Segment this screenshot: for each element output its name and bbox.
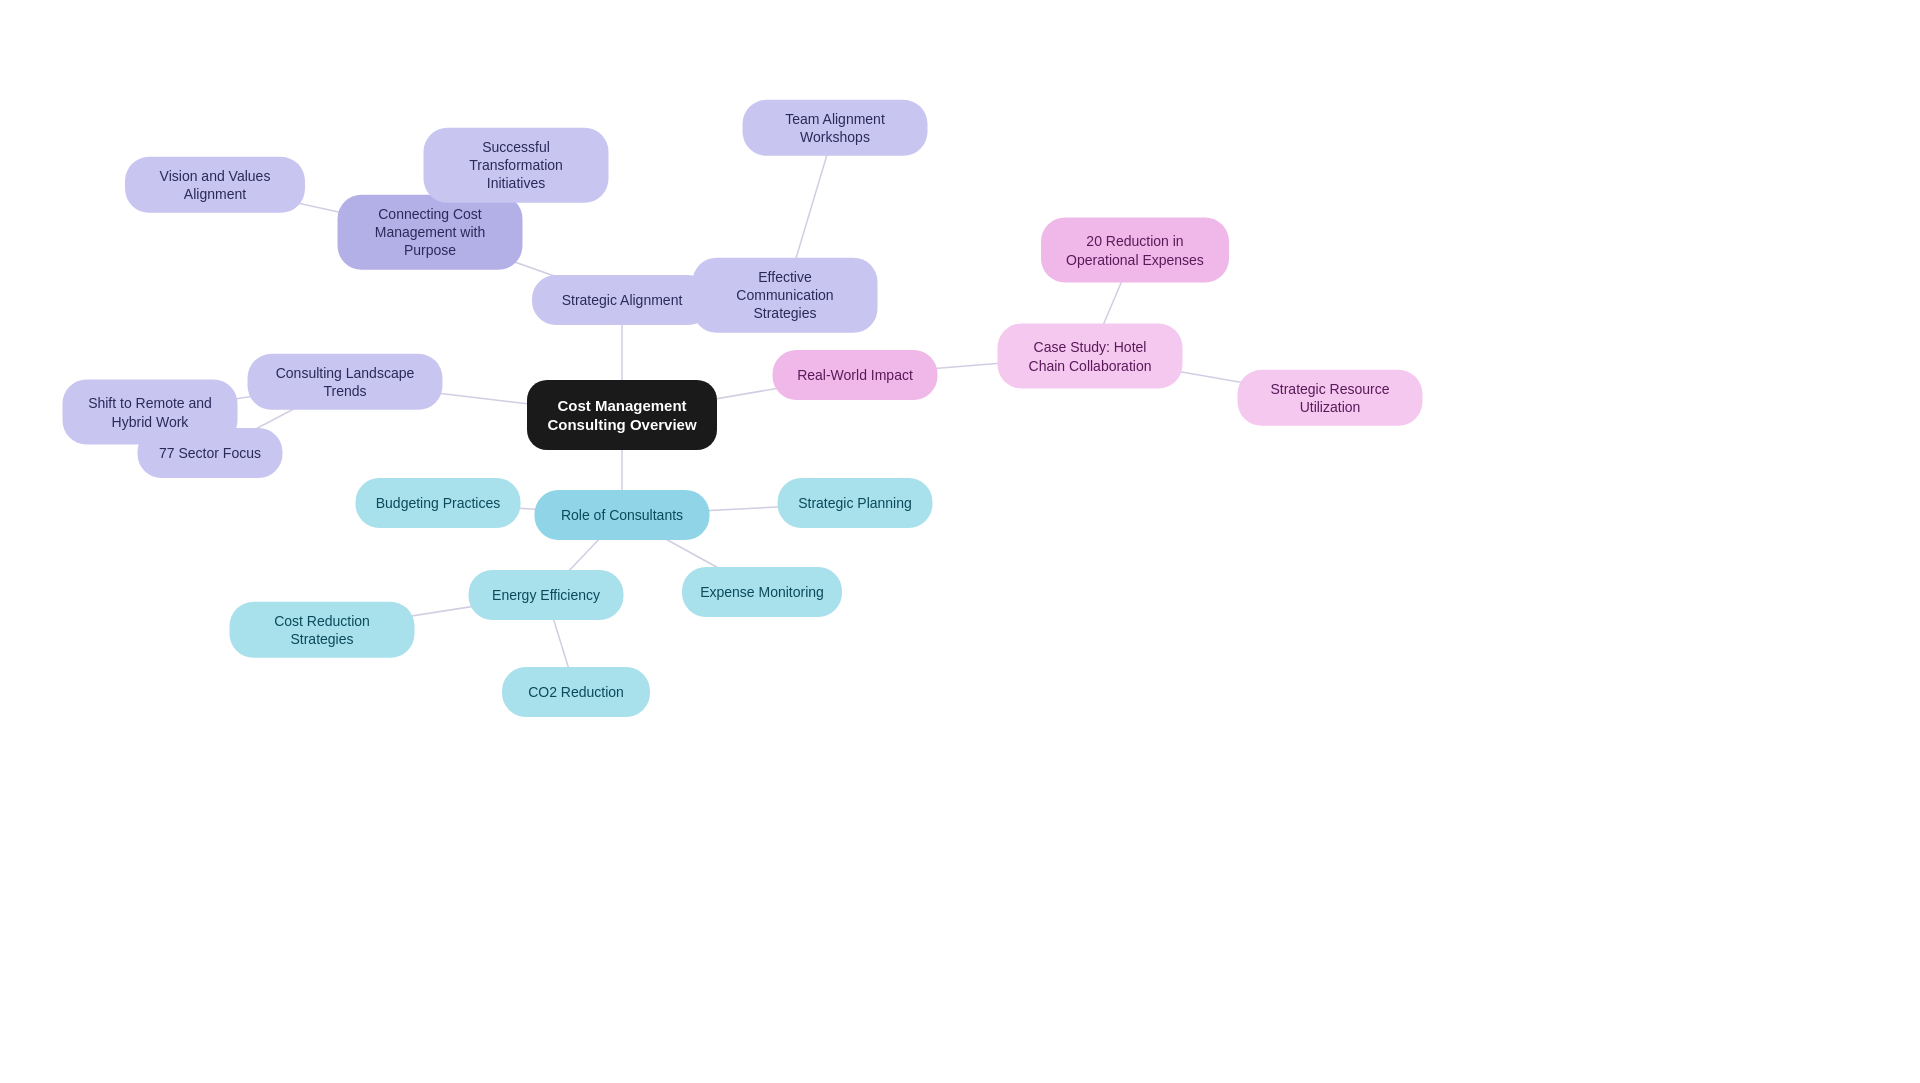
node-sector-focus[interactable]: 77 Sector Focus [138, 428, 283, 478]
node-connecting-cost[interactable]: Connecting Cost Management with Purpose [338, 195, 523, 270]
center-node[interactable]: Cost Management Consulting Overview [527, 380, 717, 450]
node-co2-reduction[interactable]: CO2 Reduction [502, 667, 650, 717]
node-cost-reduction[interactable]: Cost Reduction Strategies [230, 602, 415, 658]
node-real-world-impact[interactable]: Real-World Impact [773, 350, 938, 400]
node-expense-monitoring[interactable]: Expense Monitoring [682, 567, 842, 617]
node-successful-transformation[interactable]: Successful Transformation Initiatives [424, 128, 609, 203]
node-consulting-landscape[interactable]: Consulting Landscape Trends [248, 354, 443, 410]
node-effective-communication[interactable]: Effective Communication Strategies [693, 258, 878, 333]
node-reduction-operational[interactable]: 20 Reduction in Operational Expenses [1041, 218, 1229, 283]
node-role-of-consultants[interactable]: Role of Consultants [535, 490, 710, 540]
node-case-study[interactable]: Case Study: Hotel Chain Collaboration [998, 324, 1183, 389]
mindmap-container: Cost Management Consulting Overview Strat… [0, 0, 1920, 1083]
node-budgeting-practices[interactable]: Budgeting Practices [356, 478, 521, 528]
node-team-alignment[interactable]: Team Alignment Workshops [743, 100, 928, 156]
node-strategic-alignment[interactable]: Strategic Alignment [532, 275, 712, 325]
node-energy-efficiency[interactable]: Energy Efficiency [469, 570, 624, 620]
node-strategic-resource[interactable]: Strategic Resource Utilization [1238, 370, 1423, 426]
node-strategic-planning[interactable]: Strategic Planning [778, 478, 933, 528]
node-vision-values[interactable]: Vision and Values Alignment [125, 157, 305, 213]
